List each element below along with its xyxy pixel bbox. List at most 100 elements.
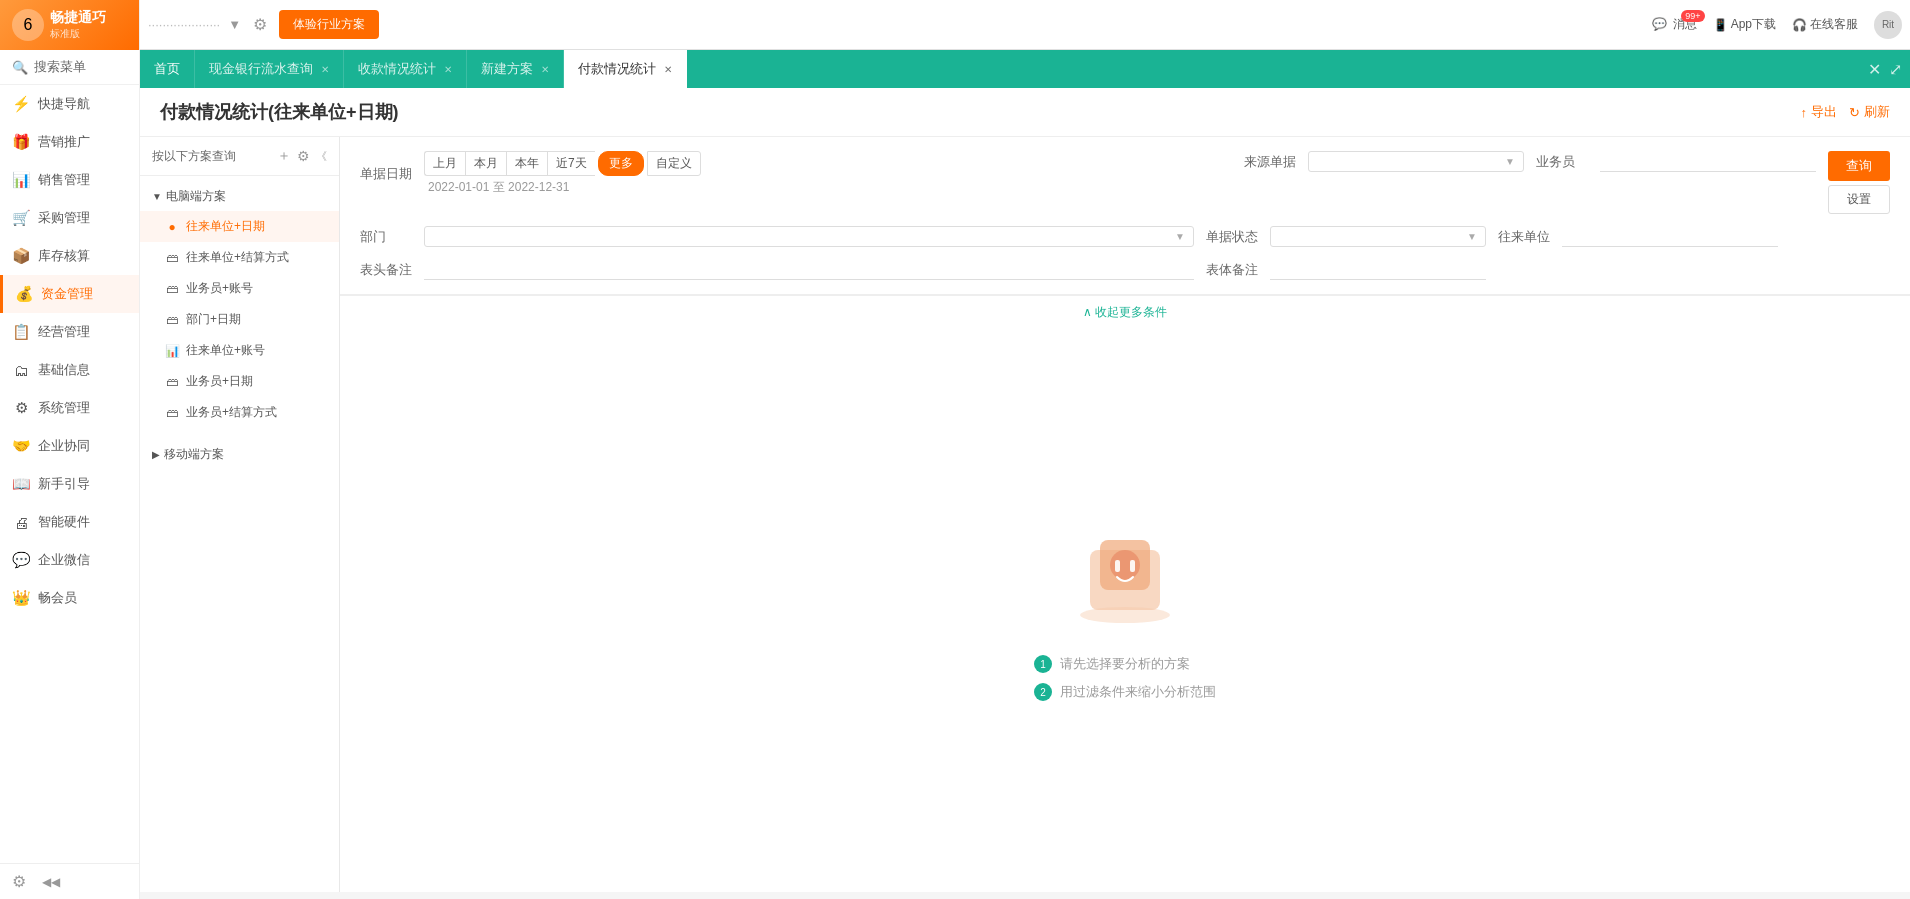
sidebar-search-label: 搜索菜单 <box>34 58 86 76</box>
sidebar-collapse-icon[interactable]: ◀◀ <box>42 875 60 889</box>
refresh-label: 刷新 <box>1864 103 1890 121</box>
tab-close-all-icon[interactable]: ✕ <box>1868 60 1881 79</box>
user-avatar[interactable]: Rit <box>1874 11 1902 39</box>
refresh-btn[interactable]: ↻ 刷新 <box>1849 103 1890 121</box>
date-btn-last-month[interactable]: 上月 <box>424 151 465 176</box>
mobile-group-title[interactable]: ▶ 移动端方案 <box>140 440 339 469</box>
date-btn-more[interactable]: 更多 <box>598 151 644 176</box>
scheme-partner-settle[interactable]: 🗃 往来单位+结算方式 <box>140 242 339 273</box>
scheme-staff-settle[interactable]: 🗃 业务员+结算方式 <box>140 397 339 428</box>
tab-new-scheme-label: 新建方案 <box>481 60 533 78</box>
tab-bank-flow[interactable]: 现金银行流水查询 ✕ <box>195 50 344 88</box>
scheme-label: 往来单位+日期 <box>186 218 265 235</box>
tab-expand-icon[interactable]: ⤢ <box>1889 60 1902 79</box>
date-btn-this-month[interactable]: 本月 <box>465 151 506 176</box>
scheme-collapse-icon[interactable]: 《 <box>316 149 327 164</box>
mobile-expand-arrow: ▶ <box>152 449 160 460</box>
sidebar-item-wechat[interactable]: 💬 企业微信 <box>0 541 139 579</box>
scheme-partner-date[interactable]: ● 往来单位+日期 <box>140 211 339 242</box>
filter-actions: 查询 设置 <box>1828 151 1890 214</box>
sidebar-settings-icon[interactable]: ⚙ <box>12 872 26 891</box>
scheme-dept-date[interactable]: 🗃 部门+日期 <box>140 304 339 335</box>
sidebar-item-sales[interactable]: 📊 销售管理 <box>0 161 139 199</box>
dept-arrow-icon: ▼ <box>1175 231 1185 242</box>
tab-new-scheme-close[interactable]: ✕ <box>541 64 549 75</box>
scheme-partner-account[interactable]: 📊 往来单位+账号 <box>140 335 339 366</box>
svg-rect-5 <box>1130 560 1135 572</box>
source-arrow-icon: ▼ <box>1505 156 1515 167</box>
sidebar-item-basic-info[interactable]: 🗂 基础信息 <box>0 351 139 389</box>
sidebar-item-purchase[interactable]: 🛒 采购管理 <box>0 199 139 237</box>
sidebar-search[interactable]: 🔍 搜索菜单 <box>0 50 139 85</box>
step2-text: 用过滤条件来缩小分析范围 <box>1060 683 1216 701</box>
app-download-label: App下载 <box>1731 16 1776 33</box>
sidebar-item-hardware[interactable]: 🖨 智能硬件 <box>0 503 139 541</box>
header-settings-icon[interactable]: ⚙ <box>253 15 267 34</box>
desktop-group-title[interactable]: ▼ 电脑端方案 <box>140 182 339 211</box>
purchase-icon: 🛒 <box>12 209 30 227</box>
staff-input[interactable] <box>1600 151 1816 172</box>
tab-bank-flow-close[interactable]: ✕ <box>321 64 329 75</box>
sidebar-item-guide[interactable]: 📖 新手引导 <box>0 465 139 503</box>
source-select[interactable]: ▼ <box>1308 151 1524 172</box>
dept-filter-label: 部门 <box>360 228 416 246</box>
left-panel-title: 按以下方案查询 <box>152 148 236 165</box>
tab-home[interactable]: 首页 <box>140 50 195 88</box>
date-filter-label: 单据日期 <box>360 165 416 183</box>
partner-input[interactable] <box>1562 226 1778 247</box>
scheme-label: 往来单位+结算方式 <box>186 249 289 266</box>
query-btn[interactable]: 查询 <box>1828 151 1890 181</box>
header-note-input[interactable] <box>424 259 1194 280</box>
staff-date-icon: 🗃 <box>164 374 180 390</box>
collapse-bar[interactable]: ∧ 收起更多条件 <box>340 295 1910 329</box>
header-dropdown-icon[interactable]: ▼ <box>228 17 241 32</box>
messages-btn[interactable]: 💬 消息 99+ <box>1652 16 1696 33</box>
sidebar-item-enterprise[interactable]: 🤝 企业协同 <box>0 427 139 465</box>
dept-select[interactable]: ▼ <box>424 226 1194 247</box>
sidebar-item-marketing[interactable]: 🎁 营销推广 <box>0 123 139 161</box>
page-title: 付款情况统计(往来单位+日期) <box>160 100 399 124</box>
guide-icon: 📖 <box>12 475 30 493</box>
search-icon: 🔍 <box>12 60 28 75</box>
tab-receive-stats[interactable]: 收款情况统计 ✕ <box>344 50 467 88</box>
tab-payment-stats[interactable]: 付款情况统计 ✕ <box>564 50 687 88</box>
tab-new-scheme[interactable]: 新建方案 ✕ <box>467 50 564 88</box>
sidebar-item-label: 系统管理 <box>38 399 90 417</box>
tab-home-label: 首页 <box>154 60 180 78</box>
body-note-input[interactable] <box>1270 259 1486 280</box>
filter-settings-btn[interactable]: 设置 <box>1828 185 1890 214</box>
collapse-icon: ∧ <box>1083 305 1092 319</box>
content-body: 按以下方案查询 ＋ ⚙ 《 ▼ 电脑端方案 ● 往来单位+日期 <box>140 137 1910 892</box>
sidebar-item-label: 新手引导 <box>38 475 90 493</box>
header-bar: ···················· ▼ ⚙ 体验行业方案 💬 消息 99+… <box>140 0 1910 50</box>
trial-btn[interactable]: 体验行业方案 <box>279 10 379 39</box>
date-btn-custom[interactable]: 自定义 <box>647 151 701 176</box>
scheme-label: 业务员+结算方式 <box>186 404 277 421</box>
app-download-btn[interactable]: 📱 App下载 <box>1713 16 1776 33</box>
sidebar-item-member[interactable]: 👑 畅会员 <box>0 579 139 617</box>
export-btn[interactable]: ↑ 导出 <box>1801 103 1838 121</box>
scheme-staff-date[interactable]: 🗃 业务员+日期 <box>140 366 339 397</box>
sales-icon: 📊 <box>12 171 30 189</box>
header-note-label: 表头备注 <box>360 261 416 279</box>
sidebar-item-system[interactable]: ⚙ 系统管理 <box>0 389 139 427</box>
service-icon: 🎧 <box>1792 18 1807 32</box>
marketing-icon: 🎁 <box>12 133 30 151</box>
date-btn-last-7[interactable]: 近7天 <box>547 151 595 176</box>
sidebar-item-operation[interactable]: 📋 经营管理 <box>0 313 139 351</box>
date-btn-this-year[interactable]: 本年 <box>506 151 547 176</box>
sidebar-item-label: 智能硬件 <box>38 513 90 531</box>
sidebar-item-inventory[interactable]: 📦 库存核算 <box>0 237 139 275</box>
tab-payment-close[interactable]: ✕ <box>664 64 672 75</box>
capital-icon: 💰 <box>15 285 33 303</box>
scheme-settings-icon[interactable]: ⚙ <box>297 148 310 164</box>
doc-status-select[interactable]: ▼ <box>1270 226 1486 247</box>
sidebar-item-capital[interactable]: 💰 资金管理 <box>0 275 139 313</box>
sidebar-item-quick-nav[interactable]: ⚡ 快捷导航 <box>0 85 139 123</box>
empty-state: 1 请先选择要分析的方案 2 用过滤条件来缩小分析范围 <box>340 329 1910 892</box>
add-scheme-icon[interactable]: ＋ <box>277 147 291 165</box>
online-service-btn[interactable]: 🎧 在线客服 <box>1792 16 1858 33</box>
scheme-staff-account[interactable]: 🗃 业务员+账号 <box>140 273 339 304</box>
doc-status-arrow-icon: ▼ <box>1467 231 1477 242</box>
tab-receive-close[interactable]: ✕ <box>444 64 452 75</box>
